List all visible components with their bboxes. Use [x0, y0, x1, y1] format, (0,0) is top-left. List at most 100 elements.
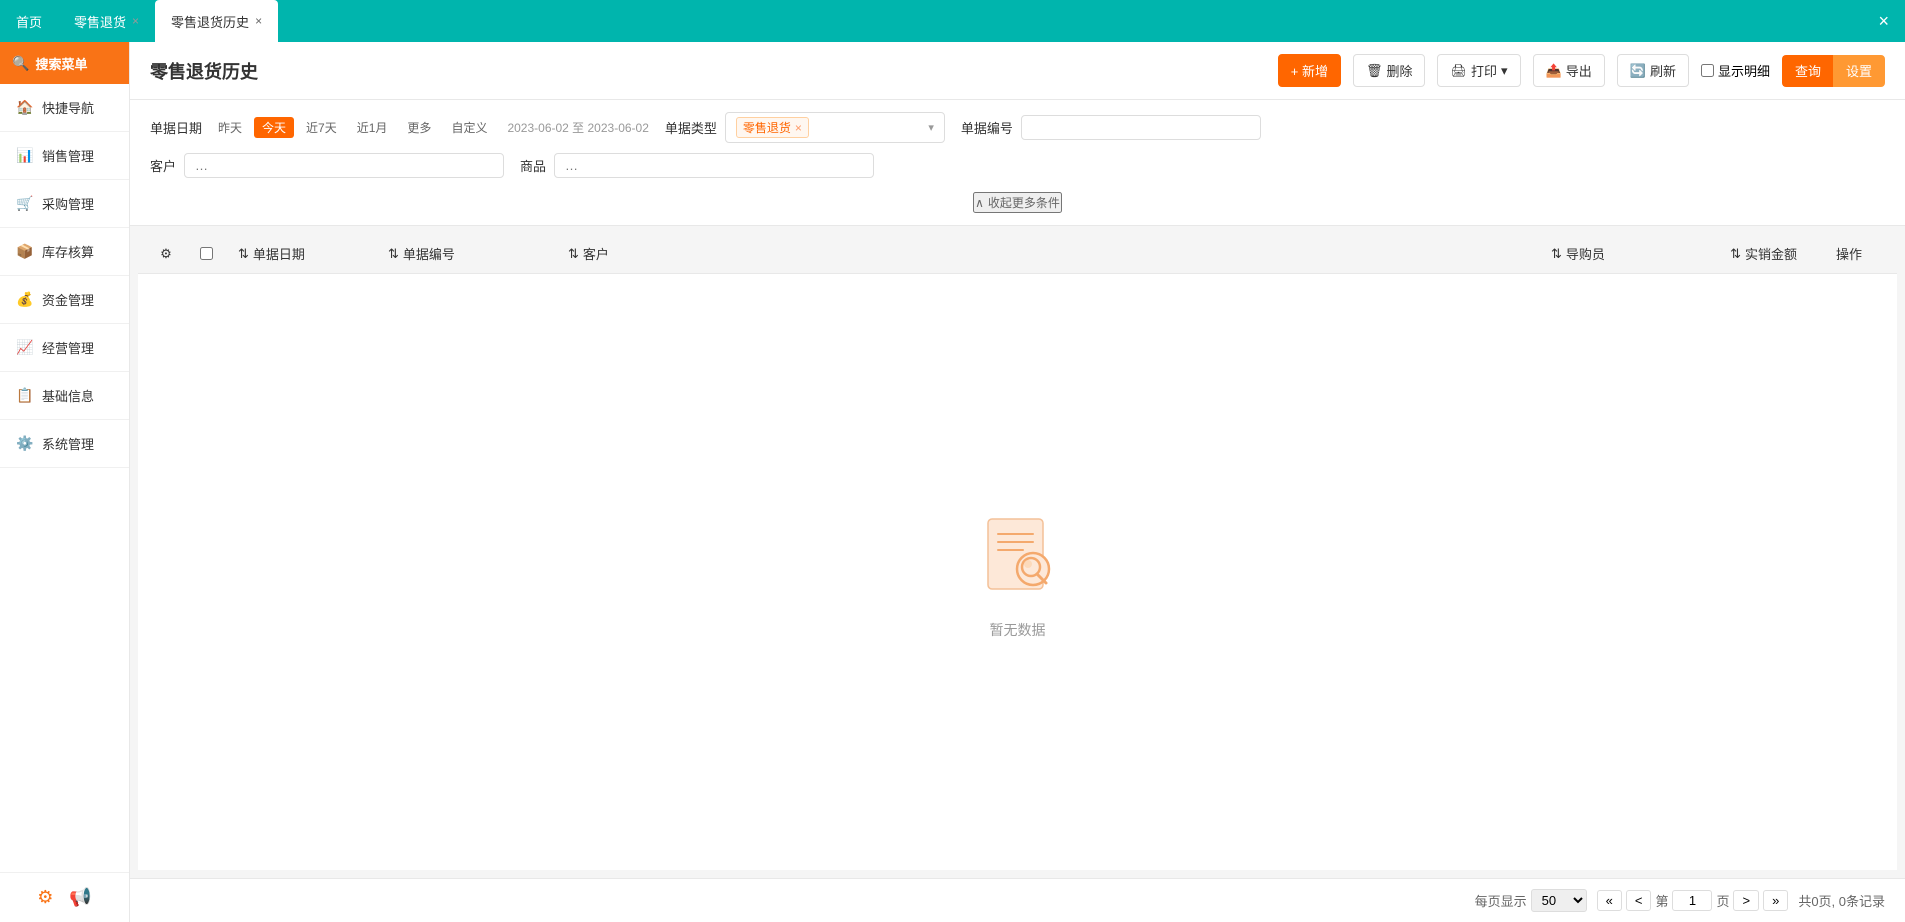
show-detail-label: 显示明细 — [1718, 61, 1770, 80]
goods-input[interactable] — [554, 153, 874, 178]
sidebar-item-sales-label: 销售管理 — [42, 146, 94, 165]
th-billno[interactable]: ⇅ 单据编号 — [376, 244, 556, 263]
export-button[interactable]: 📤 导出 — [1533, 54, 1605, 87]
th-amount[interactable]: ⇅ 实销金额 — [1689, 244, 1809, 263]
page-header: 零售退货历史 + 新增 🗑 删除 🖨 打印 ▾ 📤 导出 🔄 — [130, 42, 1905, 100]
pagination: 每页显示 10 20 50 100 « < 第 页 > » 共0页, 0条记录 — [130, 878, 1905, 922]
empty-illustration — [968, 504, 1068, 604]
bill-type-value: 零售退货 — [743, 119, 791, 136]
settings-col-icon: ⚙ — [160, 246, 172, 262]
th-customer[interactable]: ⇅ 客户 — [556, 244, 1539, 263]
sidebar-item-finance[interactable]: 💰 资金管理 — [0, 276, 129, 324]
page-title: 零售退货历史 — [150, 58, 258, 84]
delete-button[interactable]: 🗑 删除 — [1353, 54, 1426, 87]
sidebar-item-operations[interactable]: 📈 经营管理 — [0, 324, 129, 372]
top-bar-right: × — [1878, 11, 1905, 32]
th-settings[interactable]: ⚙ — [146, 246, 186, 262]
sidebar-item-purchase[interactable]: 🛒 采购管理 — [0, 180, 129, 228]
header-actions: + 新增 🗑 删除 🖨 打印 ▾ 📤 导出 🔄 刷新 — [1278, 54, 1885, 87]
prev-page-button[interactable]: < — [1626, 890, 1652, 911]
bill-type-filter: 单据类型 零售退货 × ▾ — [665, 112, 945, 143]
basic-info-icon: 📋 — [16, 387, 34, 405]
next-page-button[interactable]: > — [1733, 890, 1759, 911]
settings-button[interactable]: 设置 — [1833, 55, 1885, 87]
bill-type-chevron: ▾ — [928, 121, 934, 134]
sidebar-item-system[interactable]: ⚙️ 系统管理 — [0, 420, 129, 468]
sidebar-item-basic-info-label: 基础信息 — [42, 386, 94, 405]
sidebar-item-inventory[interactable]: 📦 库存核算 — [0, 228, 129, 276]
collapse-label: 收起更多条件 — [988, 194, 1060, 211]
th-date-icon: ⇅ — [238, 246, 249, 262]
search-bar[interactable]: 🔍 搜索菜单 — [0, 42, 129, 84]
query-button[interactable]: 查询 — [1782, 55, 1833, 87]
th-amount-icon: ⇅ — [1730, 246, 1741, 262]
print-button[interactable]: 🖨 打印 ▾ — [1437, 54, 1520, 87]
system-icon: ⚙️ — [16, 435, 34, 453]
bill-type-label: 单据类型 — [665, 118, 717, 137]
sidebar-item-inventory-label: 库存核算 — [42, 242, 94, 261]
empty-text: 暂无数据 — [990, 620, 1046, 640]
page-number-input[interactable] — [1672, 890, 1712, 911]
date-7days[interactable]: 近7天 — [298, 117, 345, 138]
date-more[interactable]: 更多 — [399, 117, 439, 138]
settings-bottom-icon[interactable]: ⚙ — [37, 887, 53, 908]
page-size-label: 每页显示 — [1475, 891, 1527, 910]
tab-retail-return-history[interactable]: 零售退货历史 × — [155, 0, 278, 42]
main-layout: 🔍 搜索菜单 🏠 快捷导航 📊 销售管理 🛒 采购管理 📦 库存核算 💰 资金管… — [0, 42, 1905, 922]
sidebar-item-sales[interactable]: 📊 销售管理 — [0, 132, 129, 180]
page-size-dropdown[interactable]: 10 20 50 100 — [1531, 889, 1587, 912]
th-guide[interactable]: ⇅ 导购员 — [1539, 244, 1689, 263]
close-window-icon[interactable]: × — [1878, 11, 1889, 32]
last-page-button[interactable]: » — [1763, 890, 1788, 911]
top-bar: 首页 零售退货 × 零售退货历史 × × — [0, 0, 1905, 42]
collapse-button[interactable]: ∧ 收起更多条件 — [973, 192, 1062, 213]
collapse-row: ∧ 收起更多条件 — [150, 188, 1885, 213]
delete-icon: 🗑 — [1366, 63, 1383, 79]
date-1month[interactable]: 近1月 — [349, 117, 396, 138]
customer-input[interactable] — [184, 153, 504, 178]
show-detail-checkbox-label[interactable]: 显示明细 — [1701, 61, 1770, 80]
sidebar-item-system-label: 系统管理 — [42, 434, 94, 453]
close-retail-return-history-tab[interactable]: × — [255, 14, 262, 28]
th-date-label: 单据日期 — [253, 244, 305, 263]
sales-icon: 📊 — [16, 147, 34, 165]
table-header: ⚙ ⇅ 单据日期 ⇅ 单据编号 ⇅ 客户 ⇅ — [138, 234, 1897, 274]
page-total: 共0页, 0条记录 — [1798, 891, 1885, 910]
show-detail-checkbox[interactable] — [1701, 64, 1714, 77]
add-button[interactable]: + 新增 — [1278, 54, 1341, 87]
date-custom[interactable]: 自定义 — [443, 117, 495, 138]
date-today[interactable]: 今天 — [254, 117, 294, 138]
tab-retail-return-label: 零售退货 — [74, 12, 126, 31]
tab-home[interactable]: 首页 — [0, 0, 58, 42]
bill-type-select[interactable]: 零售退货 × ▾ — [725, 112, 945, 143]
sidebar-item-operations-label: 经营管理 — [42, 338, 94, 357]
th-customer-icon: ⇅ — [568, 246, 579, 262]
close-retail-return-tab[interactable]: × — [132, 14, 139, 28]
empty-state: 暂无数据 — [138, 274, 1897, 870]
select-all-checkbox[interactable] — [200, 247, 213, 260]
refresh-button[interactable]: 🔄 刷新 — [1617, 54, 1689, 87]
th-checkbox[interactable] — [186, 247, 226, 260]
bill-no-input[interactable] — [1021, 115, 1261, 140]
quick-nav-icon: 🏠 — [16, 99, 34, 117]
first-page-button[interactable]: « — [1597, 890, 1622, 911]
finance-icon: 💰 — [16, 291, 34, 309]
sidebar-item-quick-nav[interactable]: 🏠 快捷导航 — [0, 84, 129, 132]
tab-retail-return[interactable]: 零售退货 × — [58, 0, 155, 42]
th-date[interactable]: ⇅ 单据日期 — [226, 244, 376, 263]
sidebar-item-basic-info[interactable]: 📋 基础信息 — [0, 372, 129, 420]
page-nav: « < 第 页 > » — [1597, 890, 1789, 911]
refresh-icon: 🔄 — [1630, 63, 1646, 79]
print-label: 打印 — [1471, 61, 1497, 80]
bill-type-remove[interactable]: × — [795, 121, 802, 135]
search-icon: 🔍 — [12, 55, 29, 72]
print-chevron: ▾ — [1501, 63, 1508, 79]
page-unit: 页 — [1716, 891, 1729, 910]
inventory-icon: 📦 — [16, 243, 34, 261]
refresh-label: 刷新 — [1650, 61, 1676, 80]
date-filter: 单据日期 昨天 今天 近7天 近1月 更多 自定义 2023-06-02 至 2… — [150, 117, 649, 138]
audio-bottom-icon[interactable]: 📢 — [69, 887, 91, 908]
sidebar-item-quick-nav-label: 快捷导航 — [42, 98, 94, 117]
date-yesterday[interactable]: 昨天 — [210, 117, 250, 138]
th-action: 操作 — [1809, 244, 1889, 263]
